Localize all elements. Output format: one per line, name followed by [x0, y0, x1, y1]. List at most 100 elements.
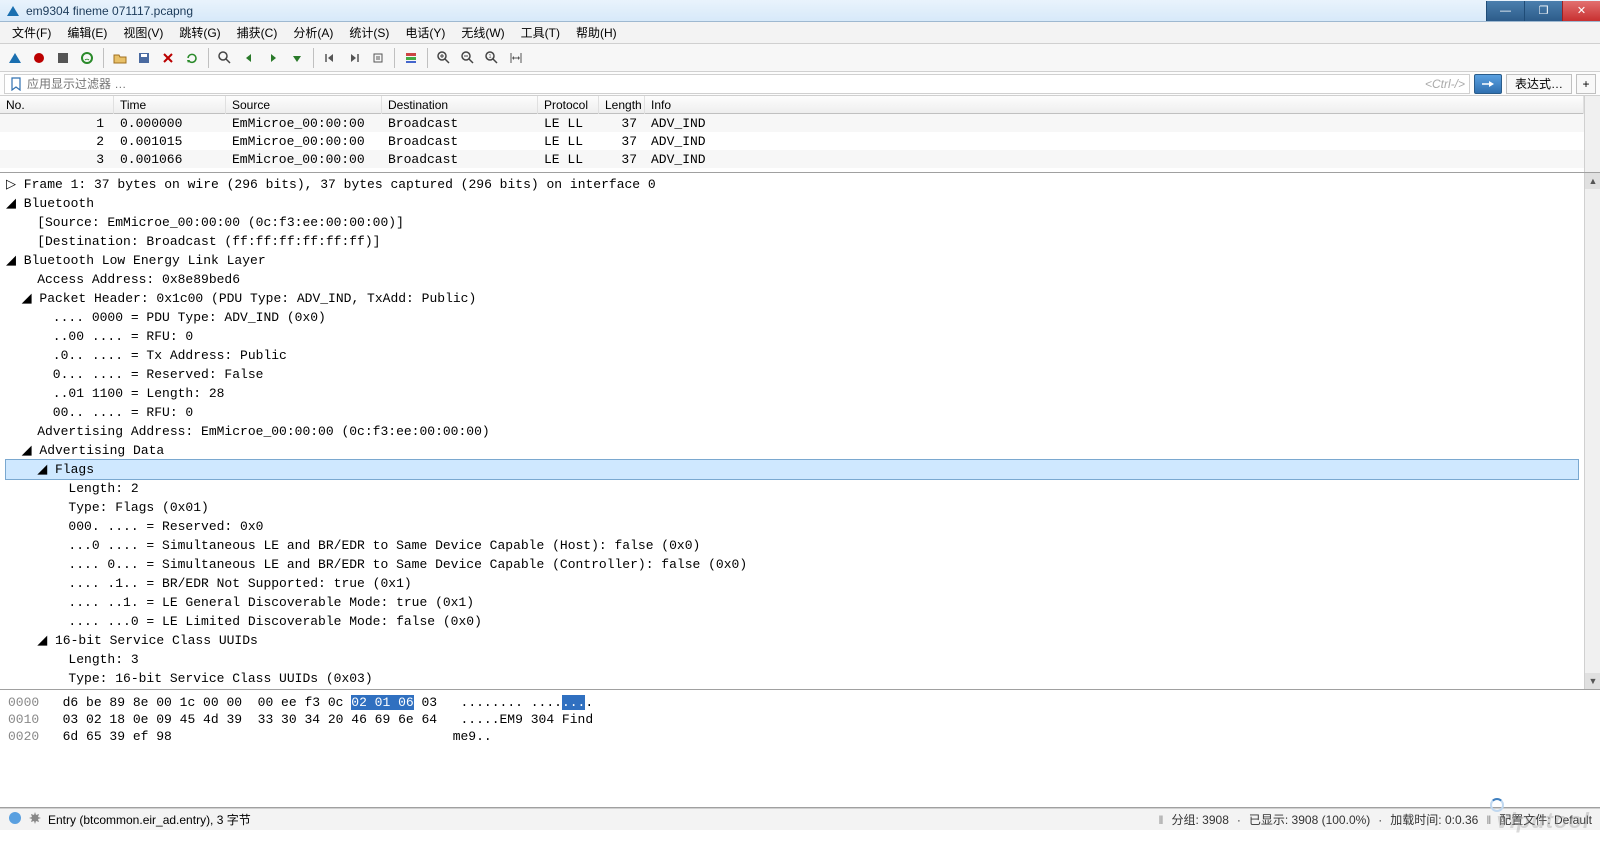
scroll-down-icon[interactable]: ▼ [1585, 673, 1600, 689]
col-info[interactable]: Info [645, 96, 1584, 114]
advertising-data-node[interactable]: ◢ Advertising Data [6, 441, 1578, 460]
ll-length[interactable]: ..01 1100 = Length: 28 [6, 384, 1578, 403]
packet-row[interactable]: 2 0.001015 EmMicroe_00:00:00 Broadcast L… [0, 132, 1584, 150]
dot: · [1378, 813, 1382, 827]
divider: ‖ [1159, 813, 1164, 827]
minimize-button[interactable]: — [1486, 1, 1524, 21]
ll-packet-header[interactable]: ◢ Packet Header: 0x1c00 (PDU Type: ADV_I… [6, 289, 1578, 308]
scroll-up-icon[interactable]: ▲ [1585, 173, 1600, 189]
find-packet-icon[interactable] [214, 47, 236, 69]
hex-selection: 02 01 06 [351, 695, 413, 710]
ll-tx-address[interactable]: .0.. .... = Tx Address: Public [6, 346, 1578, 365]
display-filter-field[interactable]: <Ctrl-/> [4, 74, 1470, 94]
ll-adv-address[interactable]: Advertising Address: EmMicroe_00:00:00 (… [6, 422, 1578, 441]
close-file-icon[interactable] [157, 47, 179, 69]
menu-edit[interactable]: 编辑(E) [59, 22, 115, 43]
menu-telephony[interactable]: 电话(Y) [397, 22, 453, 43]
apply-filter-button[interactable] [1474, 74, 1502, 94]
capture-options-icon[interactable] [76, 47, 98, 69]
col-protocol[interactable]: Protocol [538, 96, 599, 114]
flags-limited-disc[interactable]: .... ...0 = LE Limited Discoverable Mode… [6, 612, 1578, 631]
ll-rfu2[interactable]: 00.. .... = RFU: 0 [6, 403, 1578, 422]
ll-reserved[interactable]: 0... .... = Reserved: False [6, 365, 1578, 384]
go-first-icon[interactable] [319, 47, 341, 69]
maximize-button[interactable]: ❐ [1524, 1, 1562, 21]
close-button[interactable]: ✕ [1562, 1, 1600, 21]
dot: · [1237, 813, 1241, 827]
col-time[interactable]: Time [114, 96, 226, 114]
go-forward-icon[interactable] [262, 47, 284, 69]
uuid-node[interactable]: ◢ 16-bit Service Class UUIDs [6, 631, 1578, 650]
hex-row[interactable]: 0000 d6 be 89 8e 00 1c 00 00 00 ee f3 0c… [8, 694, 1592, 711]
menu-go[interactable]: 跳转(G) [171, 22, 228, 43]
flags-general-disc[interactable]: .... ..1. = LE General Discoverable Mode… [6, 593, 1578, 612]
display-filter-input[interactable] [27, 77, 1419, 91]
menu-analyze[interactable]: 分析(A) [285, 22, 341, 43]
add-filter-button[interactable]: + [1576, 74, 1596, 94]
ll-access-address[interactable]: Access Address: 0x8e89bed6 [6, 270, 1578, 289]
status-loadtime: 加载时间: 0:0.36 [1390, 811, 1478, 828]
flags-length[interactable]: Length: 2 [6, 479, 1578, 498]
details-tree[interactable]: ▷ Frame 1: 37 bytes on wire (296 bits), … [0, 173, 1584, 689]
bluetooth-node[interactable]: ◢ Bluetooth [6, 194, 1578, 213]
zoom-reset-icon[interactable]: 1 [481, 47, 503, 69]
menu-file[interactable]: 文件(F) [4, 22, 59, 43]
ll-pdu-type[interactable]: .... 0000 = PDU Type: ADV_IND (0x0) [6, 308, 1578, 327]
col-source[interactable]: Source [226, 96, 382, 114]
bookmark-icon[interactable] [9, 77, 23, 91]
packet-row[interactable]: 3 0.001066 EmMicroe_00:00:00 Broadcast L… [0, 150, 1584, 168]
restart-capture-icon[interactable] [52, 47, 74, 69]
bt-destination[interactable]: [Destination: Broadcast (ff:ff:ff:ff:ff:… [6, 232, 1578, 251]
frame-node[interactable]: ▷ Frame 1: 37 bytes on wire (296 bits), … [6, 175, 1578, 194]
ll-node[interactable]: ◢ Bluetooth Low Energy Link Layer [6, 251, 1578, 270]
options-icon[interactable] [28, 811, 42, 828]
col-destination[interactable]: Destination [382, 96, 538, 114]
menu-bar: 文件(F) 编辑(E) 视图(V) 跳转(G) 捕获(C) 分析(A) 统计(S… [0, 22, 1600, 44]
flags-host[interactable]: ...0 .... = Simultaneous LE and BR/EDR t… [6, 536, 1578, 555]
flags-type[interactable]: Type: Flags (0x01) [6, 498, 1578, 517]
auto-scroll-icon[interactable] [367, 47, 389, 69]
expert-info-icon[interactable] [8, 811, 22, 828]
menu-capture[interactable]: 捕获(C) [229, 22, 286, 43]
packet-list-body[interactable]: 1 0.000000 EmMicroe_00:00:00 Broadcast L… [0, 114, 1584, 168]
colorize-icon[interactable] [400, 47, 422, 69]
save-file-icon[interactable] [133, 47, 155, 69]
menu-view[interactable]: 视图(V) [115, 22, 171, 43]
go-to-packet-icon[interactable] [286, 47, 308, 69]
resize-columns-icon[interactable] [505, 47, 527, 69]
flags-reserved[interactable]: 000. .... = Reserved: 0x0 [6, 517, 1578, 536]
packet-row[interactable]: 1 0.000000 EmMicroe_00:00:00 Broadcast L… [0, 114, 1584, 132]
zoom-out-icon[interactable] [457, 47, 479, 69]
bt-source[interactable]: [Source: EmMicroe_00:00:00 (0c:f3:ee:00:… [6, 213, 1578, 232]
go-back-icon[interactable] [238, 47, 260, 69]
packet-list-header[interactable]: No. Time Source Destination Protocol Len… [0, 96, 1584, 114]
start-capture-icon[interactable] [4, 47, 26, 69]
hex-row[interactable]: 0010 03 02 18 0e 09 45 4d 39 33 30 34 20… [8, 711, 1592, 728]
menu-wireless[interactable]: 无线(W) [453, 22, 512, 43]
go-last-icon[interactable] [343, 47, 365, 69]
stop-capture-icon[interactable] [28, 47, 50, 69]
hex-row[interactable]: 0020 6d 65 39 ef 98 me9.. [8, 728, 1592, 745]
title-bar: em9304 fineme 071117.pcapng — ❐ ✕ [0, 0, 1600, 22]
menu-help[interactable]: 帮助(H) [568, 22, 625, 43]
open-file-icon[interactable] [109, 47, 131, 69]
packet-bytes-pane[interactable]: 0000 d6 be 89 8e 00 1c 00 00 00 ee f3 0c… [0, 690, 1600, 808]
col-no[interactable]: No. [0, 96, 114, 114]
flags-controller[interactable]: .... 0... = Simultaneous LE and BR/EDR t… [6, 555, 1578, 574]
packet-list-scrollbar[interactable] [1584, 96, 1600, 172]
reload-icon[interactable] [181, 47, 203, 69]
details-scrollbar[interactable]: ▲ ▼ [1584, 173, 1600, 689]
menu-statistics[interactable]: 统计(S) [341, 22, 397, 43]
uuid-type[interactable]: Type: 16-bit Service Class UUIDs (0x03) [6, 669, 1578, 688]
ll-rfu1[interactable]: ..00 .... = RFU: 0 [6, 327, 1578, 346]
status-profile[interactable]: 配置文件: Default [1499, 811, 1592, 828]
col-length[interactable]: Length [599, 96, 645, 114]
zoom-in-icon[interactable] [433, 47, 455, 69]
uuid-length[interactable]: Length: 3 [6, 650, 1578, 669]
flags-bredr[interactable]: .... .1.. = BR/EDR Not Supported: true (… [6, 574, 1578, 593]
status-entry: Entry (btcommon.eir_ad.entry), 3 字节 [48, 811, 251, 828]
expression-button[interactable]: 表达式… [1506, 74, 1572, 94]
flags-node[interactable]: ◢ Flags [6, 460, 1578, 479]
window-title: em9304 fineme 071117.pcapng [26, 4, 193, 18]
menu-tools[interactable]: 工具(T) [513, 22, 568, 43]
